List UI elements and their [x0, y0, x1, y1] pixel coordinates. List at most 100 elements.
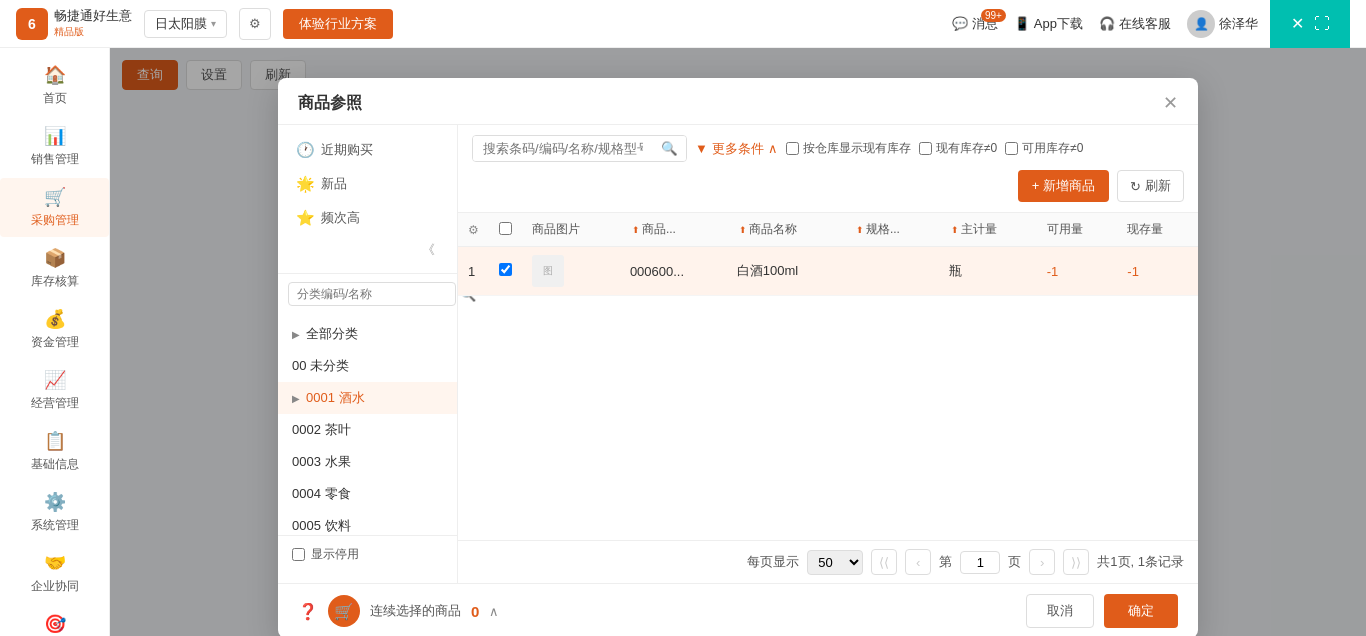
- recent-purchase-btn[interactable]: 🕐 近期购买: [288, 135, 447, 165]
- table-header-row: ⚙ 商品图片: [458, 213, 1198, 247]
- online-support-nav-item[interactable]: 🎧 在线客服: [1099, 15, 1171, 33]
- nav-right: 💬 消息 99+ 📱 App下载 🎧 在线客服 👤 徐泽华: [952, 10, 1258, 38]
- category-all[interactable]: ▶ 全部分类: [278, 318, 457, 350]
- table-settings-icon[interactable]: ⚙: [468, 223, 479, 237]
- modal-header: 商品参照 ✕: [278, 78, 1198, 125]
- category-0001[interactable]: ▶ 0001 酒水: [278, 382, 457, 414]
- high-frequency-btn[interactable]: ⭐ 频次高: [288, 203, 447, 233]
- teal-bar: ✕ ⛶: [1270, 0, 1350, 48]
- show-disabled-checkbox[interactable]: [292, 548, 305, 561]
- th-product-code: ⬆ 商品...: [620, 213, 727, 247]
- sidebar-item-sales[interactable]: 📊 销售管理: [0, 117, 109, 176]
- select-all-checkbox[interactable]: [499, 222, 512, 235]
- modal-left-panel: 🕐 近期购买 🌟 新品 ⭐ 频次高: [278, 125, 458, 583]
- new-product-btn[interactable]: 🌟 新品: [288, 169, 447, 199]
- modal-overlay: 商品参照 ✕ 🕐 近期购买 🌟: [110, 48, 1366, 636]
- purchase-icon: 🛒: [44, 186, 66, 208]
- logo-area: 6 畅捷通好生意 精品版: [16, 8, 132, 40]
- table-row[interactable]: 1 图 000600... 白酒100ml: [458, 247, 1198, 296]
- clock-icon: 🕐: [296, 141, 315, 159]
- inventory-icon: 📦: [44, 247, 66, 269]
- row-unit: 瓶: [939, 247, 1037, 296]
- store-selector[interactable]: 日太阳膜 ▾: [144, 10, 227, 38]
- category-search-row: 🔍: [278, 274, 457, 314]
- logo-icon: 6: [16, 8, 48, 40]
- page-number-input[interactable]: [960, 551, 1000, 574]
- chevron-right-icon: ▶: [292, 329, 300, 340]
- category-0004[interactable]: 0004 零食: [278, 478, 457, 510]
- th-stock: 现存量: [1117, 213, 1198, 247]
- first-page-button[interactable]: ⟨⟨: [871, 549, 897, 575]
- product-search-input[interactable]: [473, 136, 653, 161]
- guide-icon: 🎯: [44, 613, 66, 635]
- avatar: 👤: [1187, 10, 1215, 38]
- refresh-icon: ↻: [1130, 179, 1141, 194]
- sort-icon-spec: ⬆: [856, 225, 864, 235]
- sidebar-item-operations[interactable]: 📈 经营管理: [0, 361, 109, 420]
- th-checkbox: [489, 213, 522, 247]
- page-size-select[interactable]: 50 20 100: [807, 550, 863, 575]
- category-0005[interactable]: 0005 饮料: [278, 510, 457, 535]
- sort-icon-name: ⬆: [739, 225, 747, 235]
- message-nav-item[interactable]: 💬 消息 99+: [952, 15, 998, 33]
- th-unit: ⬆ 主计量: [939, 213, 1037, 247]
- row-stock: -1: [1117, 247, 1198, 296]
- sidebar-item-inventory[interactable]: 📦 库存核算: [0, 239, 109, 298]
- th-product-img: 商品图片: [522, 213, 620, 247]
- add-product-button[interactable]: + 新增商品: [1018, 170, 1109, 202]
- refresh-button[interactable]: ↻ 刷新: [1117, 170, 1184, 202]
- sidebar-item-system[interactable]: ⚙️ 系统管理: [0, 483, 109, 542]
- cart-button[interactable]: 🛒: [328, 595, 360, 627]
- filter-icon: ▼: [695, 141, 708, 156]
- category-0003[interactable]: 0003 水果: [278, 446, 457, 478]
- sort-icon-unit: ⬆: [951, 225, 959, 235]
- sidebar-item-enterprise[interactable]: 🤝 企业协同: [0, 544, 109, 603]
- row-select-checkbox[interactable]: [499, 263, 512, 276]
- operations-icon: 📈: [44, 369, 66, 391]
- more-filters-button[interactable]: ▼ 更多条件 ∧: [695, 140, 778, 158]
- category-list: ▶ 全部分类 00 未分类 ▶ 0001 酒水 0002 茶: [278, 314, 457, 535]
- trial-button[interactable]: 体验行业方案: [283, 9, 393, 39]
- settings-button[interactable]: ⚙: [239, 8, 271, 40]
- cart-icon: 🛒: [334, 602, 354, 621]
- sidebar-item-guide[interactable]: 🎯 新手引导: [0, 605, 109, 636]
- warehouse-filter-checkbox[interactable]: 按仓库显示现有库存: [786, 140, 911, 157]
- modal-title: 商品参照: [298, 93, 362, 114]
- sales-icon: 📊: [44, 125, 66, 147]
- category-0002[interactable]: 0002 茶叶: [278, 414, 457, 446]
- available-stock-checkbox[interactable]: 可用库存≠0: [1005, 140, 1083, 157]
- th-product-name: ⬆ 商品名称: [727, 213, 844, 247]
- sidebar-item-basic-info[interactable]: 📋 基础信息: [0, 422, 109, 481]
- collapse-footer-icon[interactable]: ∧: [489, 604, 499, 619]
- category-00[interactable]: 00 未分类: [278, 350, 457, 382]
- app-download-nav-item[interactable]: 📱 App下载: [1014, 15, 1083, 33]
- category-search-input[interactable]: [288, 282, 456, 306]
- row-seq: 1: [458, 247, 489, 296]
- sidebar-item-finance[interactable]: 💰 资金管理: [0, 300, 109, 359]
- modal-close-button[interactable]: ✕: [1163, 92, 1178, 114]
- close-icon[interactable]: ✕: [1291, 14, 1304, 33]
- last-page-button[interactable]: ⟩⟩: [1063, 549, 1089, 575]
- product-search-wrap: 🔍: [472, 135, 687, 162]
- user-profile[interactable]: 👤 徐泽华: [1187, 10, 1258, 38]
- modal-right-panel: 🔍 ▼ 更多条件 ∧ 按仓库显示现有库存: [458, 125, 1198, 583]
- sort-icon: ⬆: [632, 225, 640, 235]
- collapse-button[interactable]: 《: [418, 237, 439, 263]
- chevron-right-icon-active: ▶: [292, 393, 300, 404]
- sidebar-item-home[interactable]: 🏠 首页: [0, 56, 109, 115]
- sidebar-item-purchase[interactable]: 🛒 采购管理: [0, 178, 109, 237]
- headset-icon: 🎧: [1099, 16, 1115, 31]
- footer-actions: 取消 确定: [1026, 594, 1178, 628]
- confirm-button[interactable]: 确定: [1104, 594, 1178, 628]
- prev-page-button[interactable]: ‹: [905, 549, 931, 575]
- row-available: -1: [1037, 247, 1118, 296]
- cancel-button[interactable]: 取消: [1026, 594, 1094, 628]
- product-image: 图: [532, 255, 564, 287]
- help-icon[interactable]: ❓: [298, 602, 318, 621]
- main-content: 查询 设置 刷新 商品参照 ✕ 🕐: [110, 48, 1366, 636]
- product-search-button[interactable]: 🔍: [653, 136, 686, 161]
- current-stock-checkbox[interactable]: 现有库存≠0: [919, 140, 997, 157]
- next-page-button[interactable]: ›: [1029, 549, 1055, 575]
- expand-icon[interactable]: ⛶: [1314, 15, 1330, 33]
- row-image: 图: [522, 247, 620, 296]
